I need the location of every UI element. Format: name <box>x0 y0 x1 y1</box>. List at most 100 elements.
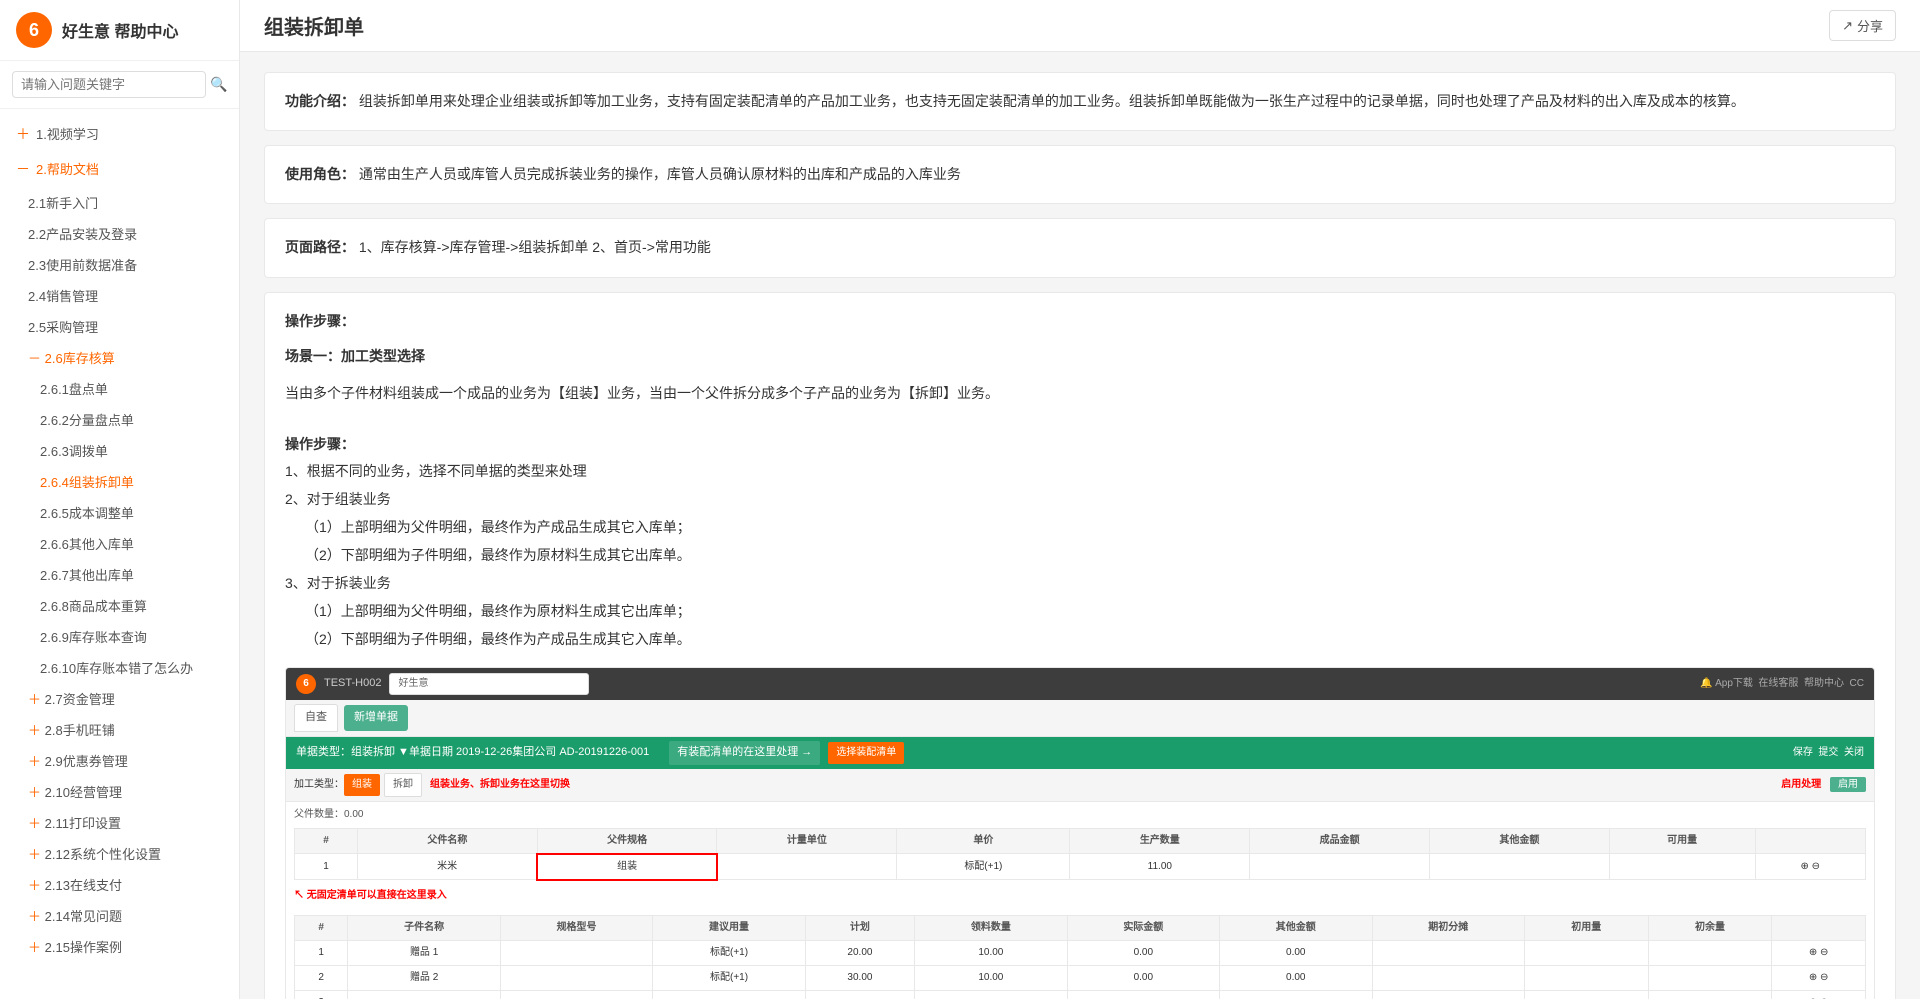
col-seq: # <box>295 828 358 854</box>
step2-1: （1）上部明细为父件明细，最终作为产成品生成其它入库单； <box>285 513 1875 541</box>
mock-sub-label: 加工类型： <box>294 776 344 794</box>
col-other-amt: 其他金额 <box>1429 828 1609 854</box>
collapse-icon: － <box>16 159 30 180</box>
main-content: 组装拆卸单 ↗ 分享 功能介绍： 组装拆卸单用来处理企业组装或拆卸等加工业务，支… <box>240 0 1920 999</box>
sidebar-item-purchase[interactable]: 2.5采购管理 <box>0 311 239 342</box>
plus-icon-mobile: ＋ <box>28 723 41 738</box>
role-box: 使用角色： 通常由生产人员或库管人员完成拆装业务的操作，库管人员确认原材料的出库… <box>264 145 1896 204</box>
sidebar-item-docs[interactable]: － 2.帮助文档 <box>0 152 239 187</box>
step3: 3、对于拆装业务 <box>285 569 1875 597</box>
sidebar-item-ops[interactable]: ＋ 2.10经营管理 <box>0 776 239 807</box>
mock-logo: 6 <box>296 674 316 694</box>
sidebar-nav: ＋ 1.视频学习 － 2.帮助文档 2.1新手入门 2.2产品安装及登录 2.3… <box>0 109 239 999</box>
mock-ann5: ↖ 无固定清单可以直接在这里录入 <box>286 885 1874 907</box>
mock-enable-btn: 启用处理 启用 <box>1781 776 1866 794</box>
sidebar-item-cases[interactable]: ＋ 2.15操作案例 <box>0 931 239 962</box>
share-icon: ↗ <box>1842 18 1853 34</box>
sidebar-item-newcomer[interactable]: 2.1新手入门 <box>0 187 239 218</box>
sidebar-item-cost-adj[interactable]: 2.6.5成本调整单 <box>0 497 239 528</box>
step1: 1、根据不同的业务，选择不同单据的类型来处理 <box>285 457 1875 485</box>
scene1-heading: 场景一：加工类型选择 <box>285 344 1875 369</box>
search-button[interactable]: 🔍 <box>206 76 231 93</box>
sidebar-item-customization[interactable]: ＋ 2.12系统个性化设置 <box>0 838 239 869</box>
share-button[interactable]: ↗ 分享 <box>1829 10 1896 41</box>
plus-icon-pay: ＋ <box>28 878 41 893</box>
mock-app-title: TEST-H002 <box>324 674 381 694</box>
role-label: 使用角色： <box>285 166 355 182</box>
sidebar-item-stock-check[interactable]: 2.6.1盘点单 <box>0 373 239 404</box>
mock-nav-icons: 🔔 App下载 在线客服 帮助中心 CC <box>1700 675 1864 693</box>
screenshot-wrapper: 6 TEST-H002 好生意 🔔 App下载 在线客服 帮助中心 CC 自查 … <box>286 668 1874 999</box>
sidebar-label-video: 1.视频学习 <box>36 125 99 145</box>
sidebar-item-install[interactable]: 2.2产品安装及登录 <box>0 218 239 249</box>
table-row: 2 赠品 2 标配(+1) 30.00 10.00 0.00 0.00 <box>295 965 1866 990</box>
path-label: 页面路径： <box>285 239 355 255</box>
intro-box: 功能介绍： 组装拆卸单用来处理企业组装或拆卸等加工业务，支持有固定装配清单的产品… <box>264 72 1896 131</box>
sidebar-item-stock-error[interactable]: 2.6.10库存账本错了怎么办 <box>0 652 239 683</box>
mock-doc-type: 单据类型：组装拆卸 ▼ <box>296 743 409 763</box>
table-row: 1 赠品 1 标配(+1) 20.00 10.00 0.00 0.00 <box>295 940 1866 965</box>
mock-tab-explore: 自查 <box>294 704 338 732</box>
plus-icon-custom: ＋ <box>28 847 41 862</box>
sidebar-item-online-pay[interactable]: ＋ 2.13在线支付 <box>0 869 239 900</box>
path-text: 1、库存核算->库存管理->组装拆卸单 2、首页->常用功能 <box>359 239 711 255</box>
sidebar-item-print[interactable]: ＋ 2.11打印设置 <box>0 807 239 838</box>
plus-icon-cases: ＋ <box>28 940 41 955</box>
table-row: 3 <box>295 990 1866 999</box>
sidebar-label-docs: 2.帮助文档 <box>36 160 99 180</box>
mock-ann1: 有装配清单的在这里处理 → <box>669 741 820 765</box>
mock-select-btn: 选择装配清单 <box>828 742 904 764</box>
sidebar-item-faq[interactable]: ＋ 2.14常见问题 <box>0 900 239 931</box>
mock-sub-toolbar: 加工类型： 组装 拆卸 组装业务、拆卸业务在这里切换 启用处理 启用 <box>286 769 1874 802</box>
sidebar-item-other-in[interactable]: 2.6.6其他入库单 <box>0 528 239 559</box>
step2: 2、对于组装业务 <box>285 485 1875 513</box>
mock-actions: 保存 提交 关闭 <box>1793 744 1864 762</box>
plus-icon-coupon: ＋ <box>28 754 41 769</box>
sidebar-item-cost-recalc[interactable]: 2.6.8商品成本重算 <box>0 590 239 621</box>
mock-app-bar: 6 TEST-H002 好生意 🔔 App下载 在线客服 帮助中心 CC <box>286 668 1874 700</box>
mock-bot-section: # 子件名称 规格型号 建议用量 计划 领料数量 实际金额 其他金额 期初分摊 <box>286 907 1874 999</box>
app-logo: 6 <box>16 12 52 48</box>
mock-tab-assemble: 组装 <box>344 774 380 796</box>
sidebar-item-video[interactable]: ＋ 1.视频学习 <box>0 117 239 152</box>
screenshot-container: 6 TEST-H002 好生意 🔔 App下载 在线客服 帮助中心 CC 自查 … <box>285 667 1875 999</box>
sidebar-item-coupon[interactable]: ＋ 2.9优惠券管理 <box>0 745 239 776</box>
plus-icon-print: ＋ <box>28 816 41 831</box>
mock-top-table: # 父件名称 父件规格 计量单位 单价 生产数量 成品金额 其他金额 可用量 <box>294 828 1866 881</box>
col-finish-amt: 成品金额 <box>1250 828 1430 854</box>
content-area: 功能介绍： 组装拆卸单用来处理企业组装或拆卸等加工业务，支持有固定装配清单的产品… <box>240 52 1920 999</box>
sidebar-item-stock-alloc[interactable]: 2.6.2分量盘点单 <box>0 404 239 435</box>
share-label: 分享 <box>1857 16 1883 35</box>
sidebar-header: 6 好生意 帮助中心 <box>0 0 239 61</box>
col-price: 单价 <box>897 828 1070 854</box>
sidebar-item-stock-query[interactable]: 2.6.9库存账本查询 <box>0 621 239 652</box>
sidebar-item-stock[interactable]: － 2.6库存核算 <box>0 342 239 373</box>
col-qty: 生产数量 <box>1070 828 1250 854</box>
top-bar: 组装拆卸单 ↗ 分享 <box>240 0 1920 52</box>
table-row: 1 米米 组装 标配(+1) 11.00 ⊕ ⊖ <box>295 854 1866 880</box>
mock-tab-disassemble: 拆卸 <box>384 773 422 797</box>
sidebar: 6 好生意 帮助中心 🔍 ＋ 1.视频学习 － 2.帮助文档 2.1新手入门 2… <box>0 0 240 999</box>
app-name: 好生意 帮助中心 <box>62 18 178 42</box>
page-title: 组装拆卸单 <box>264 11 364 40</box>
ops-heading: 操作步骤： <box>285 309 1875 334</box>
expand-icon: ＋ <box>16 124 30 145</box>
sidebar-item-data-prep[interactable]: 2.3使用前数据准备 <box>0 249 239 280</box>
sidebar-item-sales[interactable]: 2.4销售管理 <box>0 280 239 311</box>
mock-top-section: 父件数量：0.00 # 父件名称 父件规格 计量单位 单价 生产数量 <box>286 802 1874 885</box>
search-input[interactable] <box>12 71 206 98</box>
mock-ann3: 组装业务、拆卸业务在这里切换 <box>430 776 570 794</box>
step2-2: （2）下部明细为子件明细，最终作为原材料生成其它出库单。 <box>285 541 1875 569</box>
sidebar-item-assembly[interactable]: 2.6.4组装拆卸单 <box>0 466 239 497</box>
sidebar-item-transfer[interactable]: 2.6.3调拨单 <box>0 435 239 466</box>
minus-icon-stock: － <box>28 351 41 366</box>
ops-heading2: 操作步骤： <box>285 432 1875 457</box>
col-actions <box>1755 828 1865 854</box>
col-parent-name: 父件名称 <box>357 828 537 854</box>
sidebar-item-other-out[interactable]: 2.6.7其他出库单 <box>0 559 239 590</box>
scene1-desc: 当由多个子件材料组装成一个成品的业务为【组装】业务，当由一个父件拆分成多个子产品… <box>285 379 1875 407</box>
sidebar-item-mobile[interactable]: ＋ 2.8手机旺铺 <box>0 714 239 745</box>
sidebar-item-cash[interactable]: ＋ 2.7资金管理 <box>0 683 239 714</box>
mock-group: 集团公司 AD-20191226-001 <box>512 743 649 763</box>
step3-1: （1）上部明细为父件明细，最终作为原材料生成其它出库单； <box>285 597 1875 625</box>
